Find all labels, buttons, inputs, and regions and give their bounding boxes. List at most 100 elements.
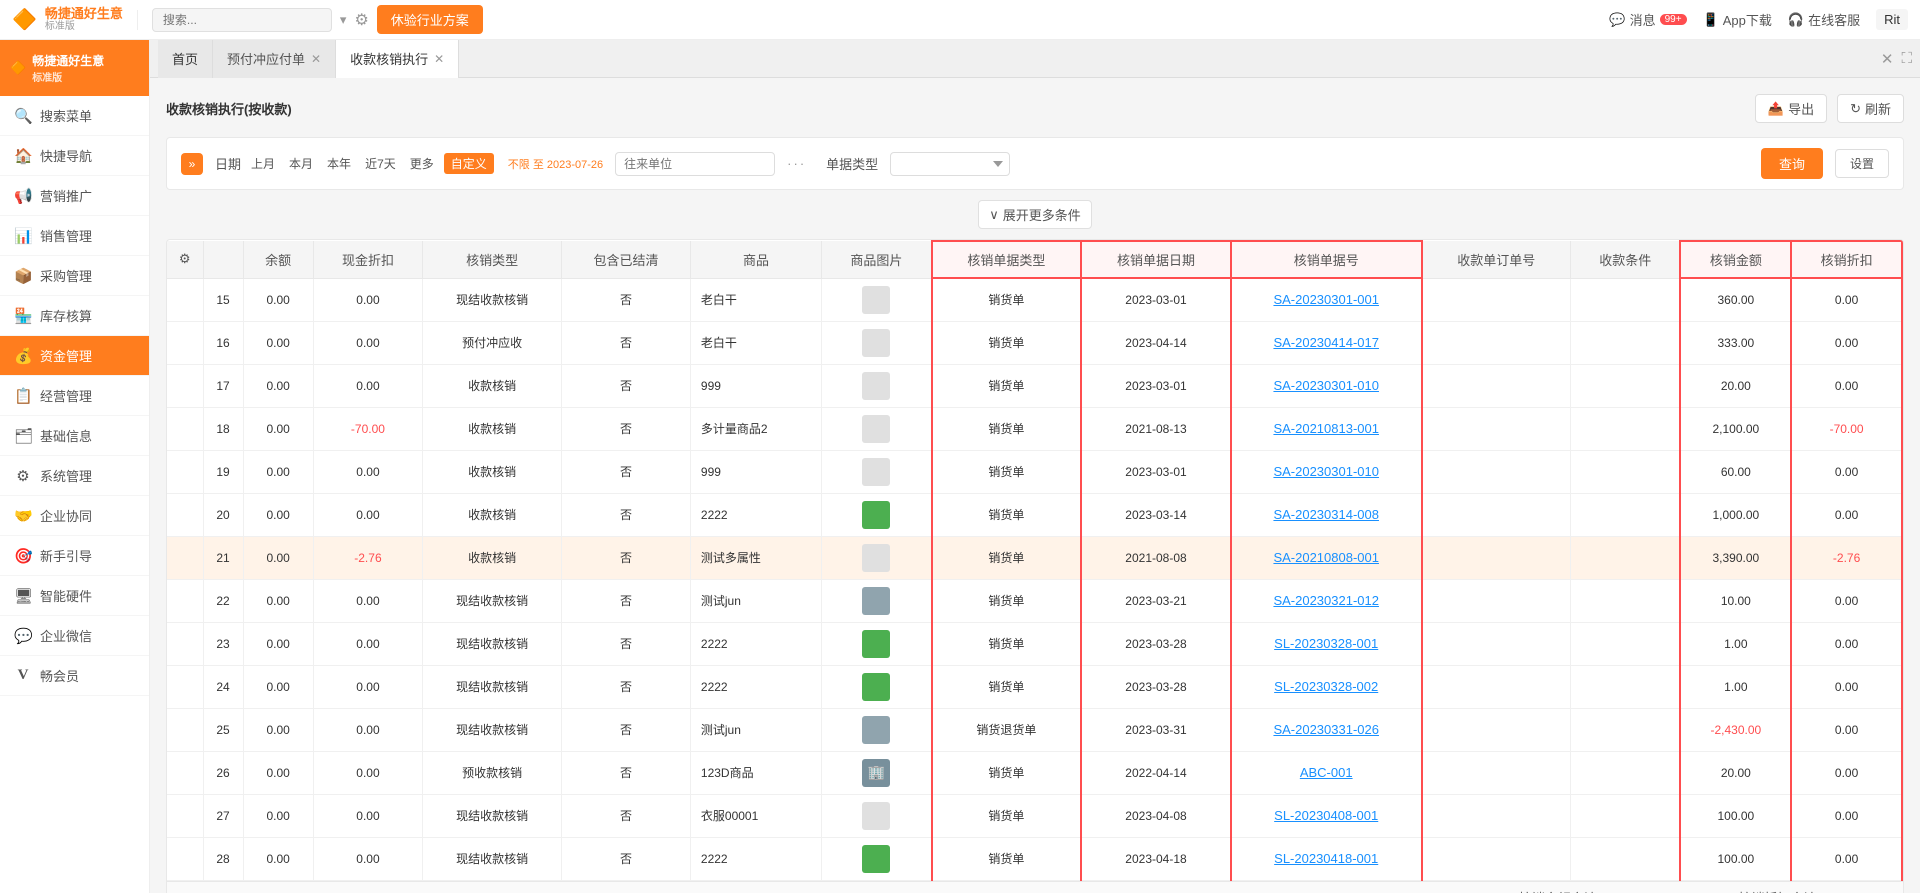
cell-bill-no[interactable]: SA-20210808-001 [1231, 536, 1422, 579]
sidebar-item-basic[interactable]: 🗂 基础信息 [0, 416, 149, 456]
marketing-icon: 📢 [14, 187, 32, 205]
cell-bill-no[interactable]: SA-20230321-012 [1231, 579, 1422, 622]
sidebar-item-member[interactable]: V 畅会员 [0, 656, 149, 696]
sidebar-label-basic: 基础信息 [40, 426, 92, 445]
tab-prepay[interactable]: 预付冲应付单 ✕ [213, 40, 336, 78]
cell-bill-no[interactable]: SL-20230328-001 [1231, 622, 1422, 665]
cell-receipt-cond [1570, 450, 1680, 493]
doc-type-select[interactable] [890, 152, 1010, 176]
cell-included-cleared: 否 [562, 278, 691, 321]
cell-bill-no[interactable]: SA-20230301-001 [1231, 278, 1422, 321]
tab-home[interactable]: 首页 [158, 40, 213, 78]
sidebar-item-operation[interactable]: 📋 经营管理 [0, 376, 149, 416]
sidebar-item-finance[interactable]: 💰 资金管理 [0, 336, 149, 376]
sidebar-item-quick-nav[interactable]: 🏠 快捷导航 [0, 136, 149, 176]
col-settings-icon[interactable]: ⚙ [179, 251, 191, 266]
unit-dots[interactable]: ··· [787, 156, 806, 171]
bill-no-link[interactable]: SA-20230414-017 [1273, 335, 1379, 350]
tab-prepay-close[interactable]: ✕ [311, 52, 321, 66]
cell-bill-date: 2023-03-28 [1081, 622, 1231, 665]
app-name-group: 畅捷通好生意 标准版 [45, 6, 123, 34]
sidebar-item-corp[interactable]: 🤝 企业协同 [0, 496, 149, 536]
tab-close-icon[interactable]: ✕ [1881, 50, 1894, 68]
filter-expand-btn[interactable]: » [181, 153, 203, 175]
sidebar-item-system[interactable]: ⚙ 系统管理 [0, 456, 149, 496]
bill-no-link[interactable]: ABC-001 [1300, 765, 1353, 780]
bill-no-link[interactable]: SA-20230314-008 [1273, 507, 1379, 522]
message-btn[interactable]: 💬 消息 99+ [1609, 10, 1686, 29]
cell-bill-no[interactable]: SA-20230314-008 [1231, 493, 1422, 536]
date-btn-last-month[interactable]: 上月 [247, 153, 279, 174]
table-row: 26 0.00 0.00 预收款核销 否 123D商品 🏢 销货单 2022-0… [167, 751, 1902, 794]
query-btn[interactable]: 查询 [1761, 148, 1823, 179]
user-name[interactable]: Rit [1876, 9, 1908, 30]
refresh-btn[interactable]: ↻ 刷新 [1837, 94, 1904, 123]
sidebar-item-inventory[interactable]: 🏪 库存核算 [0, 296, 149, 336]
bill-no-link[interactable]: SL-20230418-001 [1274, 851, 1378, 866]
online-service-btn[interactable]: 🎧 在线客服 [1788, 10, 1860, 29]
cell-receipt-order-no [1422, 536, 1571, 579]
export-btn[interactable]: 📤 导出 [1755, 94, 1827, 123]
sidebar-label-wechat: 企业微信 [40, 626, 92, 645]
date-btn-custom[interactable]: 自定义 [444, 153, 494, 174]
cell-bill-no[interactable]: SL-20230328-002 [1231, 665, 1422, 708]
filter-settings-btn[interactable]: 设置 [1835, 149, 1889, 178]
bill-no-link[interactable]: SA-20230331-026 [1273, 722, 1379, 737]
bill-no-link[interactable]: SA-20230301-001 [1273, 292, 1379, 307]
cell-settings [167, 622, 203, 665]
app-download-btn[interactable]: 📱 App下载 [1703, 10, 1772, 29]
cell-writeoff-type: 预收款核销 [423, 751, 562, 794]
cell-bill-no[interactable]: ABC-001 [1231, 751, 1422, 794]
tab-expand-icon[interactable]: ⛶ [1901, 50, 1912, 67]
th-settings[interactable]: ⚙ [167, 241, 203, 278]
cell-included-cleared: 否 [562, 794, 691, 837]
sidebar-item-search-menu[interactable]: 🔍 搜索菜单 [0, 96, 149, 136]
cell-bill-no[interactable]: SA-20230414-017 [1231, 321, 1422, 364]
page-content: 收款核销执行(按收款) 📤 导出 ↻ 刷新 » 日期 上月 [150, 78, 1920, 893]
expand-more-btn[interactable]: ∨ 展开更多条件 [978, 200, 1092, 229]
tab-collection-close[interactable]: ✕ [434, 52, 444, 66]
bill-no-link[interactable]: SA-20210808-001 [1273, 550, 1379, 565]
message-icon: 💬 [1609, 12, 1625, 28]
date-btn-7days[interactable]: 近7天 [361, 153, 400, 174]
sidebar-item-hardware[interactable]: 🖥 智能硬件 [0, 576, 149, 616]
bill-no-link[interactable]: SL-20230408-001 [1274, 808, 1378, 823]
bill-no-link[interactable]: SA-20210813-001 [1273, 421, 1379, 436]
sidebar-item-wechat[interactable]: 💬 企业微信 [0, 616, 149, 656]
cell-bill-no[interactable]: SA-20230331-026 [1231, 708, 1422, 751]
bill-no-link[interactable]: SL-20230328-002 [1274, 679, 1378, 694]
th-index [203, 241, 243, 278]
system-icon: ⚙ [14, 467, 32, 485]
settings-icon[interactable]: ⚙ [354, 10, 368, 30]
cell-writeoff-type: 预付冲应收 [423, 321, 562, 364]
date-btn-this-year[interactable]: 本年 [323, 153, 355, 174]
industry-btn[interactable]: 休验行业方案 [377, 5, 483, 34]
cell-bill-no[interactable]: SL-20230418-001 [1231, 837, 1422, 880]
sidebar-item-purchase[interactable]: 📦 采购管理 [0, 256, 149, 296]
bill-no-link[interactable]: SA-20230321-012 [1273, 593, 1379, 608]
tab-collection[interactable]: 收款核销执行 ✕ [336, 40, 459, 78]
cell-bill-type: 销货单 [932, 278, 1082, 321]
search-input[interactable] [152, 8, 332, 32]
sidebar-item-guide[interactable]: 🎯 新手引导 [0, 536, 149, 576]
cell-bill-type: 销货单 [932, 493, 1082, 536]
tab-prepay-label: 预付冲应付单 [227, 49, 305, 68]
cell-bill-no[interactable]: SA-20210813-001 [1231, 407, 1422, 450]
search-dropdown-icon[interactable]: ▾ [340, 12, 347, 28]
sidebar-label-inventory: 库存核算 [40, 306, 92, 325]
sidebar-item-sales[interactable]: 📊 销售管理 [0, 216, 149, 256]
th-bill-no: 核销单据号 [1231, 241, 1422, 278]
date-btn-this-month[interactable]: 本月 [285, 153, 317, 174]
cell-bill-no[interactable]: SA-20230301-010 [1231, 450, 1422, 493]
th-bill-type: 核销单据类型 [932, 241, 1082, 278]
bill-no-link[interactable]: SL-20230328-001 [1274, 636, 1378, 651]
bill-no-link[interactable]: SA-20230301-010 [1273, 464, 1379, 479]
cell-bill-no[interactable]: SL-20230408-001 [1231, 794, 1422, 837]
unit-input[interactable] [615, 152, 775, 176]
bill-no-link[interactable]: SA-20230301-010 [1273, 378, 1379, 393]
date-btn-more[interactable]: 更多 [406, 153, 438, 174]
cell-goods: 999 [690, 364, 821, 407]
sidebar-item-marketing[interactable]: 📢 营销推广 [0, 176, 149, 216]
cell-bill-no[interactable]: SA-20230301-010 [1231, 364, 1422, 407]
sidebar-logo: 🔶 畅捷通好生意 标准版 [0, 40, 149, 96]
